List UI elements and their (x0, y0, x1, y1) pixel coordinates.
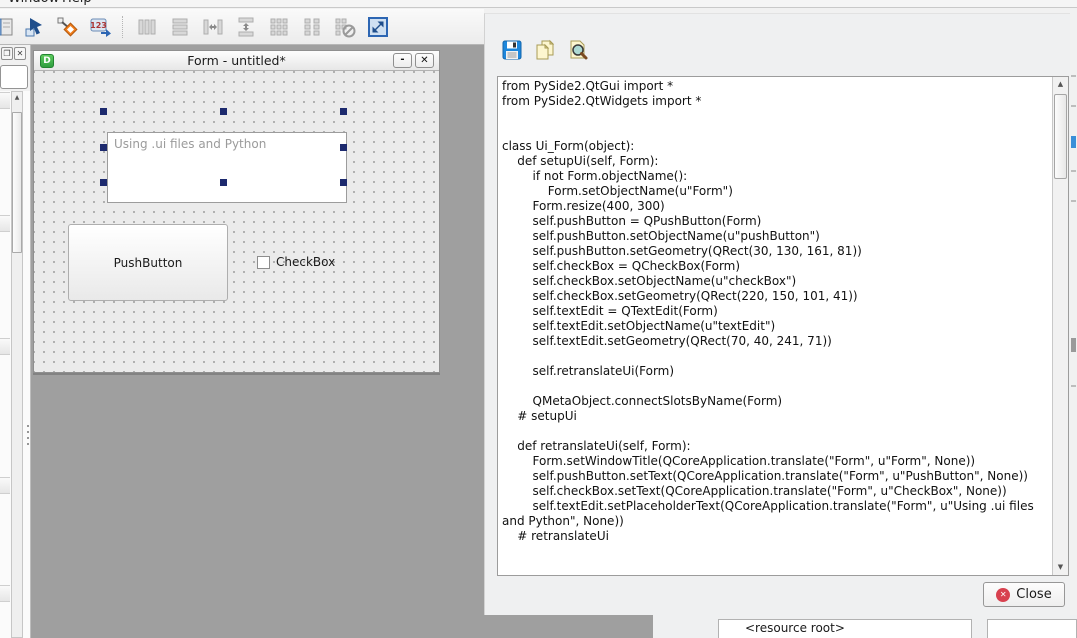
edit-widgets-icon[interactable] (0, 16, 13, 38)
edit-signals-slots-icon[interactable] (24, 16, 46, 38)
selection-handle-top-right[interactable] (340, 108, 347, 115)
widget-filter-input[interactable] (0, 65, 28, 89)
menu-help[interactable]: Help (62, 0, 92, 6)
scrollbar-thumb[interactable] (1054, 94, 1067, 179)
close-icon: ✕ (996, 588, 1010, 602)
resource-panel[interactable] (987, 619, 1077, 638)
selection-handle-mid-right[interactable] (340, 144, 347, 151)
textedit-widget[interactable]: Using .ui files and Python (107, 132, 347, 203)
edge-scroll-mark (1071, 338, 1076, 352)
selection-handle-bottom-right[interactable] (340, 179, 347, 186)
widget-category[interactable] (0, 215, 10, 232)
form-title-bar[interactable]: D Form - untitled* - ✕ (34, 51, 439, 71)
selection-handle-bottom-left[interactable] (100, 179, 107, 186)
widget-category[interactable] (0, 477, 10, 494)
layout-grid-icon[interactable] (268, 16, 290, 38)
checkbox-widget[interactable]: CheckBox (257, 255, 335, 269)
form-toolbar: 123 (0, 9, 484, 45)
minimize-button[interactable]: - (393, 53, 412, 68)
edit-buddies-icon[interactable] (57, 16, 79, 38)
tab-order-label: 123 (90, 21, 107, 30)
qt-designer-screen: Window Help 123 (0, 0, 1077, 638)
menu-bar: Window Help (0, 0, 1077, 8)
background-window-edge (1070, 13, 1077, 615)
scrollbar-thumb[interactable] (12, 112, 22, 253)
layout-horizontal-splitter-icon[interactable] (202, 16, 224, 38)
widget-category[interactable] (0, 585, 10, 602)
form-canvas[interactable]: Using .ui files and Python PushButton Ch… (34, 71, 439, 372)
layout-vertical-icon[interactable] (169, 16, 191, 38)
code-scrollbar[interactable]: ▲ ▼ (1052, 77, 1068, 575)
panel-close-button[interactable]: ✕ (14, 47, 26, 60)
selection-handle-bottom-center[interactable] (220, 179, 227, 186)
scroll-up-icon[interactable]: ▲ (12, 92, 22, 104)
edit-tab-order-icon[interactable]: 123 (90, 16, 112, 38)
checkbox-indicator[interactable] (257, 256, 270, 269)
code-preview-dialog: from PySide2.QtGui import * from PySide2… (484, 13, 1070, 615)
selection-handle-top-left[interactable] (100, 108, 107, 115)
layout-vertical-splitter-icon[interactable] (235, 16, 257, 38)
panel-float-button[interactable]: ❐ (1, 47, 13, 60)
widget-category[interactable] (0, 338, 10, 355)
close-button-label: Close (1016, 587, 1051, 602)
splitter-handle[interactable] (26, 425, 30, 451)
pushbutton-widget[interactable]: PushButton (68, 224, 228, 301)
edge-highlight-mark (1071, 136, 1076, 148)
scroll-down-icon[interactable]: ▼ (1053, 560, 1068, 575)
checkbox-label: CheckBox (276, 255, 335, 269)
generated-python-code[interactable]: from PySide2.QtGui import * from PySide2… (498, 77, 1052, 575)
selection-handle-top-center[interactable] (220, 108, 227, 115)
selection-handle-mid-left[interactable] (100, 144, 107, 151)
close-dialog-button[interactable]: ✕ Close (983, 582, 1065, 607)
form-window-title: Form - untitled* (34, 53, 439, 68)
resource-browser-strip: <resource root> (653, 615, 1077, 638)
save-icon[interactable] (501, 39, 523, 61)
resource-root-item[interactable]: <resource root> (718, 619, 972, 638)
find-icon[interactable] (567, 39, 589, 61)
toolbar-separator (122, 16, 125, 38)
form-designer-window: D Form - untitled* - ✕ Using .ui files a… (33, 50, 440, 373)
widget-box-list[interactable]: ▲ (0, 91, 30, 638)
widget-category[interactable] (0, 92, 10, 109)
widget-box-panel: ❐ ✕ ▲ (0, 45, 31, 638)
widget-box-scrollbar[interactable]: ▲ (11, 91, 23, 638)
layout-horizontal-icon[interactable] (136, 16, 158, 38)
layout-form-icon[interactable] (301, 16, 323, 38)
code-view: from PySide2.QtGui import * from PySide2… (497, 76, 1069, 576)
adjust-size-icon[interactable] (367, 16, 389, 38)
scroll-up-icon[interactable]: ▲ (1053, 77, 1068, 92)
menu-window[interactable]: Window (8, 0, 59, 6)
break-layout-icon[interactable] (334, 16, 356, 38)
copy-icon[interactable] (534, 39, 556, 61)
textedit-placeholder: Using .ui files and Python (108, 133, 346, 155)
close-window-button[interactable]: ✕ (415, 53, 434, 68)
